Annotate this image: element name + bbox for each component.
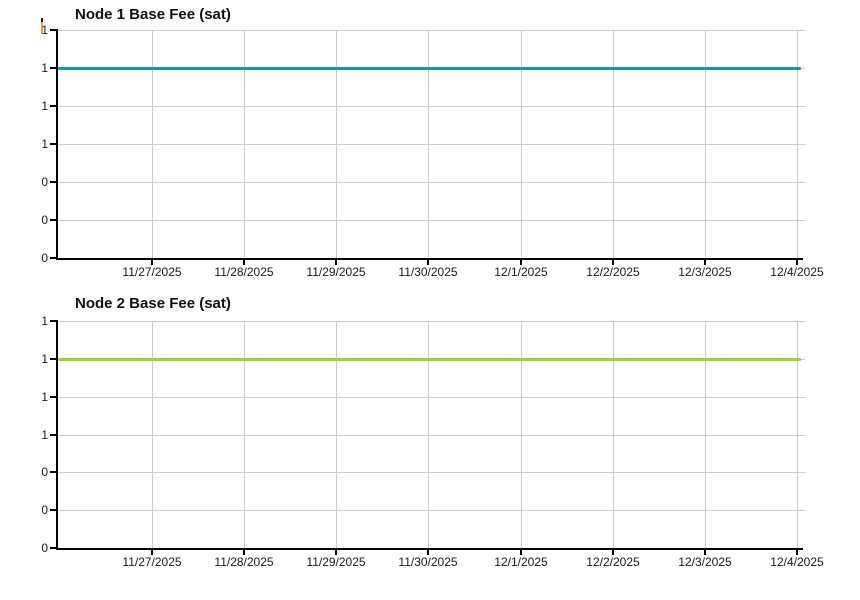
x-tick-label: 12/2/2025 (586, 265, 640, 279)
x-tick-label: 11/29/2025 (306, 555, 366, 569)
series-line-node-1-base-fee (58, 67, 801, 70)
chart-1-title: Node 1 Base Fee (sat) (75, 6, 231, 23)
x-tick-label: 12/3/2025 (678, 555, 732, 569)
y-tick-label: 1 (41, 390, 48, 404)
x-tick-label: 11/27/2025 (122, 555, 182, 569)
x-axis-spine (56, 258, 803, 260)
x-tick-label: 12/4/2025 (770, 265, 824, 279)
gridline-horizontal (58, 321, 805, 322)
gridline-horizontal (58, 435, 805, 436)
gridline-vertical (428, 30, 429, 258)
x-tick-label: 11/30/2025 (398, 555, 458, 569)
x-tick-label: 11/27/2025 (122, 265, 182, 279)
gridline-vertical (705, 30, 706, 258)
gridline-horizontal (58, 106, 805, 107)
gridline-vertical (797, 321, 798, 548)
y-tick-label: 0 (41, 465, 48, 479)
y-axis-spine (56, 321, 58, 550)
chart-page: Node 1 Base Fee (sat) Node 2 Base Fee (s… (0, 0, 860, 600)
y-tick-label: 1 (41, 61, 48, 75)
y-tick-label: 1 (41, 314, 48, 328)
gridline-horizontal (58, 182, 805, 183)
y-tick-label: 1 (41, 99, 48, 113)
series-line-node-2-base-fee (58, 358, 801, 361)
x-tick-label: 12/1/2025 (494, 555, 548, 569)
gridline-vertical (613, 30, 614, 258)
y-axis-spine (56, 30, 58, 260)
y-tick-label: 0 (41, 175, 48, 189)
y-tick-label: 1 (41, 23, 48, 37)
x-tick-label: 12/2/2025 (586, 555, 640, 569)
gridline-vertical (428, 321, 429, 548)
x-tick-label: 11/28/2025 (214, 555, 274, 569)
gridline-horizontal (58, 397, 805, 398)
gridline-vertical (244, 30, 245, 258)
gridline-horizontal (58, 472, 805, 473)
gridline-vertical (797, 30, 798, 258)
gridline-vertical (152, 321, 153, 548)
x-tick-label: 12/1/2025 (494, 265, 548, 279)
gridline-vertical (521, 30, 522, 258)
x-tick-label: 11/30/2025 (398, 265, 458, 279)
gridline-horizontal (58, 220, 805, 221)
gridline-vertical (521, 321, 522, 548)
y-tick-label: 1 (41, 352, 48, 366)
gridline-horizontal (58, 510, 805, 511)
x-tick-label: 12/3/2025 (678, 265, 732, 279)
x-tick-label: 11/29/2025 (306, 265, 366, 279)
y-tick-label: 0 (41, 251, 48, 265)
y-tick-label: 0 (41, 503, 48, 517)
y-tick-label: 0 (41, 213, 48, 227)
x-axis-spine (56, 548, 803, 550)
gridline-vertical (152, 30, 153, 258)
gridline-vertical (613, 321, 614, 548)
gridline-vertical (336, 321, 337, 548)
y-tick-label: 0 (41, 541, 48, 555)
chart-2-title: Node 2 Base Fee (sat) (75, 295, 231, 312)
gridline-vertical (705, 321, 706, 548)
y-tick-label: 1 (41, 137, 48, 151)
gridline-horizontal (58, 30, 805, 31)
x-tick-label: 12/4/2025 (770, 555, 824, 569)
gridline-vertical (336, 30, 337, 258)
gridline-horizontal (58, 144, 805, 145)
y-tick-label: 1 (41, 428, 48, 442)
x-tick-label: 11/28/2025 (214, 265, 274, 279)
gridline-vertical (244, 321, 245, 548)
